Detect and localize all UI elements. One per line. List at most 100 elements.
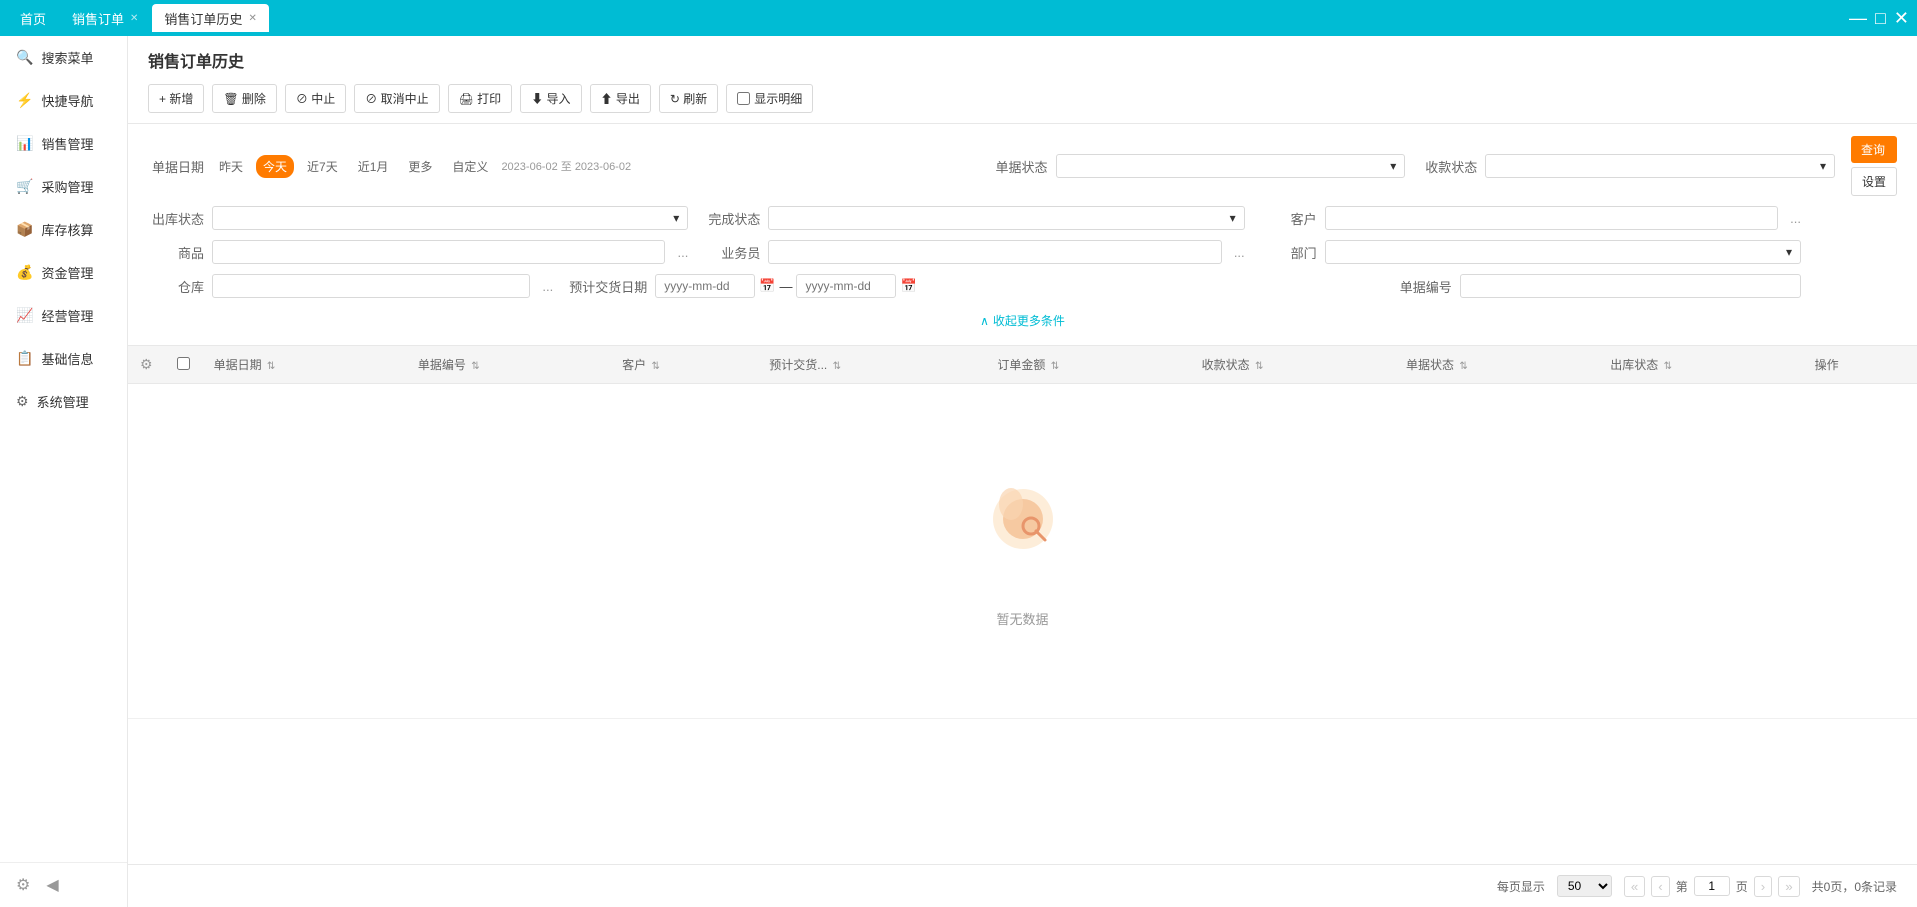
delete-button[interactable]: 🗑 删除 bbox=[212, 84, 277, 113]
sidebar-item-system[interactable]: ⚙ 系统管理 bbox=[0, 380, 127, 423]
complete-label: 完成状态 bbox=[704, 209, 760, 228]
date-7days-btn[interactable]: 近7天 bbox=[300, 155, 345, 178]
warehouse-dots[interactable]: ... bbox=[542, 279, 553, 294]
quicknav-icon: ⚡ bbox=[16, 92, 33, 109]
last-page-button[interactable]: » bbox=[1778, 876, 1799, 897]
minimize-button[interactable]: — bbox=[1849, 8, 1867, 29]
select-all-checkbox[interactable] bbox=[177, 357, 190, 370]
sidebar-item-operations[interactable]: 📈 经营管理 bbox=[0, 294, 127, 337]
settings-button[interactable]: 设置 bbox=[1851, 167, 1897, 196]
tab-sales-history-close[interactable]: ✕ bbox=[248, 13, 256, 24]
shipment-dropdown-icon: ▾ bbox=[673, 211, 679, 225]
filter-delivery: 预计交货日期 📅 — 📅 bbox=[569, 274, 1380, 298]
order-no-input[interactable] bbox=[1460, 274, 1801, 298]
print-button[interactable]: 🖨 打印 bbox=[448, 84, 513, 113]
column-receipt-status[interactable]: 收款状态 ⇅ bbox=[1190, 346, 1394, 384]
delivery-to-input[interactable] bbox=[796, 274, 896, 298]
tab-sales-order-label: 销售订单 bbox=[72, 9, 124, 28]
display-detail-checkbox[interactable]: 显示明细 bbox=[726, 84, 813, 113]
sidebar-settings-icon[interactable]: ⚙ bbox=[16, 875, 30, 895]
next-page-button[interactable]: › bbox=[1754, 876, 1772, 897]
sidebar-item-finance[interactable]: 💰 资金管理 bbox=[0, 251, 127, 294]
complete-select[interactable]: ▾ bbox=[768, 206, 1244, 230]
page-size-select[interactable]: 10 20 50 100 bbox=[1557, 875, 1612, 897]
calendar-to-icon[interactable]: 📅 bbox=[900, 278, 916, 294]
status-select[interactable]: ▾ bbox=[1056, 154, 1406, 178]
column-actions-label: 操作 bbox=[1815, 358, 1839, 372]
delivery-from-input[interactable] bbox=[655, 274, 755, 298]
prev-page-button[interactable]: ‹ bbox=[1651, 876, 1669, 897]
import-button[interactable]: ⬇ 导入 bbox=[520, 84, 581, 113]
column-order-no[interactable]: 单据编号 ⇅ bbox=[406, 346, 610, 384]
sidebar-item-search[interactable]: 🔍 搜索菜单 bbox=[0, 36, 127, 79]
column-checkbox[interactable] bbox=[165, 346, 202, 384]
date-custom-btn[interactable]: 自定义 bbox=[445, 155, 495, 178]
collapse-button[interactable]: ∧ 收起更多条件 bbox=[976, 308, 1069, 333]
filter-warehouse: 仓库 ... bbox=[148, 274, 553, 298]
date-today-btn[interactable]: 今天 bbox=[256, 155, 294, 178]
refresh-button[interactable]: ↻ 刷新 bbox=[659, 84, 718, 113]
column-gear-icon[interactable]: ⚙ bbox=[140, 356, 153, 372]
customer-label: 客户 bbox=[1261, 209, 1317, 228]
display-detail-input[interactable] bbox=[737, 92, 750, 105]
receipt-select[interactable]: ▾ bbox=[1485, 154, 1835, 178]
column-shipment-status[interactable]: 出库状态 ⇅ bbox=[1598, 346, 1802, 384]
tab-sales-order[interactable]: 销售订单 ✕ bbox=[60, 4, 150, 32]
sidebar-item-search-label: 搜索菜单 bbox=[41, 48, 93, 67]
date-1month-btn[interactable]: 近1月 bbox=[351, 155, 396, 178]
date-more-btn[interactable]: 更多 bbox=[401, 155, 439, 178]
tab-home[interactable]: 首页 bbox=[8, 4, 58, 32]
shipment-select[interactable]: ▾ bbox=[212, 206, 688, 230]
page-size-label: 每页显示 bbox=[1497, 878, 1545, 895]
main-layout: 🔍 搜索菜单 ⚡ 快捷导航 📊 销售管理 🛒 采购管理 📦 库存核算 💰 资金管… bbox=[0, 36, 1917, 907]
search-icon: 🔍 bbox=[16, 49, 33, 66]
page-navigation: « ‹ 第 1 页 › » bbox=[1624, 876, 1800, 897]
query-button[interactable]: 查询 bbox=[1851, 136, 1897, 163]
tab-sales-order-close[interactable]: ✕ bbox=[130, 13, 138, 24]
column-shipment-status-label: 出库状态 bbox=[1610, 358, 1658, 372]
calendar-from-icon[interactable]: 📅 bbox=[759, 278, 775, 294]
content-area: 销售订单历史 + 新增 🗑 删除 ⊘ 中止 ⊘ 取消中止 🖨 打印 ⬇ 导入 ⬆… bbox=[128, 36, 1917, 907]
department-select[interactable]: ▾ bbox=[1325, 240, 1801, 264]
date-yesterday-btn[interactable]: 昨天 bbox=[212, 155, 250, 178]
warehouse-input[interactable] bbox=[212, 274, 530, 298]
sidebar-item-purchase[interactable]: 🛒 采购管理 bbox=[0, 165, 127, 208]
column-amount[interactable]: 订单金额 ⇅ bbox=[985, 346, 1189, 384]
operations-icon: 📈 bbox=[16, 307, 33, 324]
maximize-button[interactable]: □ bbox=[1875, 8, 1886, 29]
column-date[interactable]: 单据日期 ⇅ bbox=[202, 346, 406, 384]
stop-button[interactable]: ⊘ 中止 bbox=[285, 84, 346, 113]
sidebar-item-quicknav[interactable]: ⚡ 快捷导航 bbox=[0, 79, 127, 122]
column-settings[interactable]: ⚙ bbox=[128, 346, 165, 384]
sidebar-collapse-icon[interactable]: ◀ bbox=[46, 875, 58, 895]
column-doc-status[interactable]: 单据状态 ⇅ bbox=[1394, 346, 1598, 384]
new-button[interactable]: + 新增 bbox=[148, 84, 204, 113]
product-dots[interactable]: ... bbox=[677, 245, 688, 260]
customer-dots[interactable]: ... bbox=[1790, 211, 1801, 226]
tab-sales-history[interactable]: 销售订单历史 ✕ bbox=[152, 4, 268, 32]
cancel-stop-button[interactable]: ⊘ 取消中止 bbox=[354, 84, 439, 113]
close-button[interactable]: ✕ bbox=[1894, 8, 1909, 29]
salesperson-dots[interactable]: ... bbox=[1234, 245, 1245, 260]
customer-input[interactable] bbox=[1325, 206, 1778, 230]
first-page-button[interactable]: « bbox=[1624, 876, 1645, 897]
column-customer[interactable]: 客户 ⇅ bbox=[610, 346, 757, 384]
filter-customer: 客户 ... bbox=[1261, 206, 1801, 230]
action-buttons: 查询 设置 bbox=[1851, 136, 1897, 196]
column-order-no-label: 单据编号 bbox=[418, 358, 466, 372]
tab-home-label: 首页 bbox=[20, 9, 46, 28]
page-number-input[interactable]: 1 bbox=[1694, 876, 1730, 896]
date-range-display: 2023-06-02 至 2023-06-02 bbox=[501, 158, 631, 174]
sidebar-item-sales-label: 销售管理 bbox=[41, 134, 93, 153]
export-button[interactable]: ⬆ 导出 bbox=[590, 84, 651, 113]
sidebar-bottom: ⚙ ◀ bbox=[0, 862, 127, 907]
sidebar-item-inventory[interactable]: 📦 库存核算 bbox=[0, 208, 127, 251]
column-delivery[interactable]: 预计交货... ⇅ bbox=[757, 346, 985, 384]
department-label: 部门 bbox=[1261, 243, 1317, 262]
sidebar-item-basic-info[interactable]: 📋 基础信息 bbox=[0, 337, 127, 380]
department-dropdown-icon: ▾ bbox=[1786, 245, 1792, 259]
salesperson-input[interactable] bbox=[768, 240, 1221, 264]
sidebar-item-sales[interactable]: 📊 销售管理 bbox=[0, 122, 127, 165]
product-input[interactable] bbox=[212, 240, 665, 264]
column-delivery-label: 预计交货... bbox=[769, 358, 827, 372]
